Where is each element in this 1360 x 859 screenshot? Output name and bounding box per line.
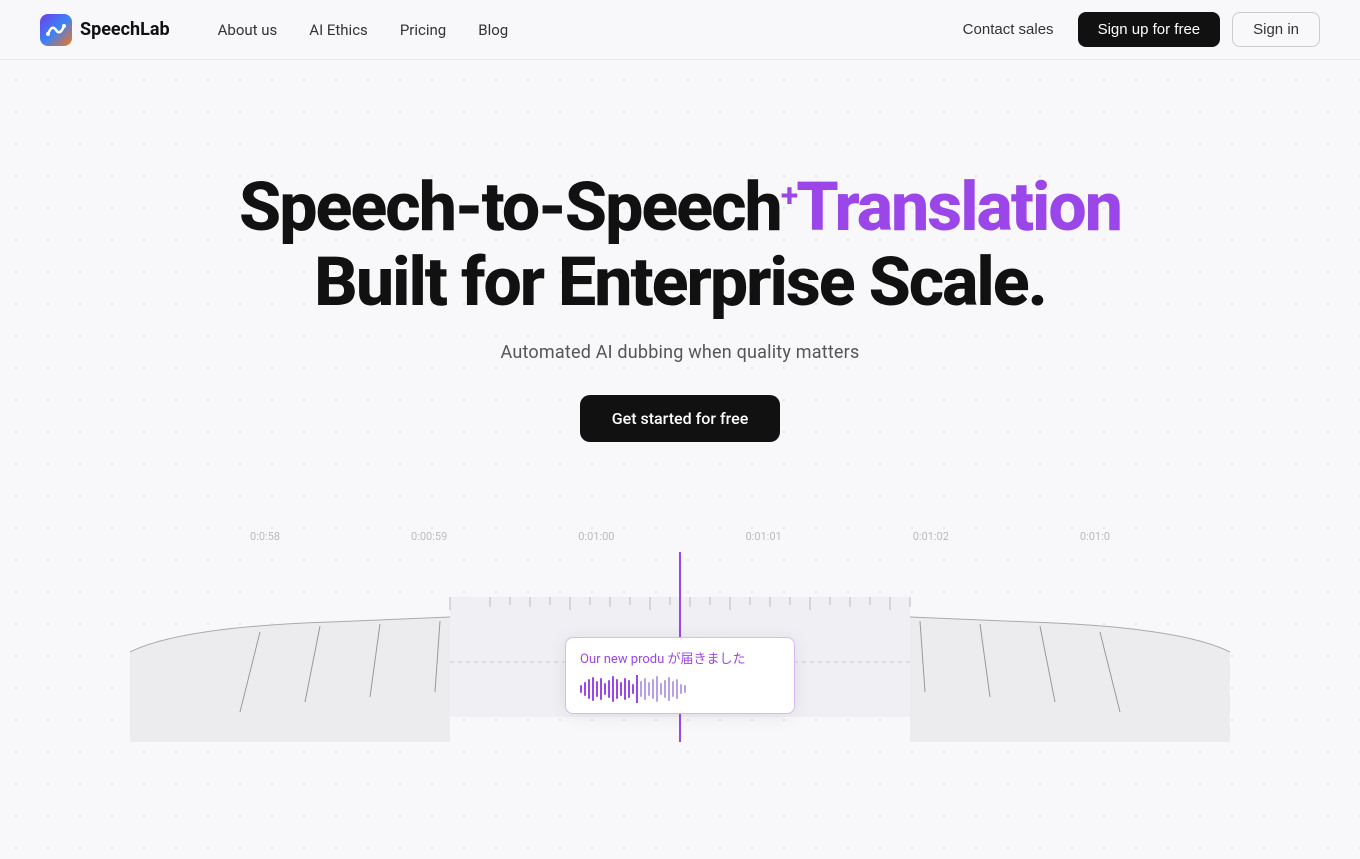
- wave-bar: [584, 682, 586, 696]
- wave-bar: [648, 682, 650, 696]
- timeline-container: 0:0:58 0:00:59 0:01:00 0:01:01 0:01:02 0…: [130, 522, 1230, 742]
- wave-bar: [596, 681, 598, 697]
- hero-heading-part2: Built for Enterprise Scale.: [314, 242, 1046, 322]
- wave-bar: [676, 679, 678, 699]
- wave-center: [636, 675, 638, 703]
- nav-link-ai-ethics[interactable]: AI Ethics: [297, 15, 380, 45]
- nav-links: About us AI Ethics Pricing Blog: [206, 15, 521, 45]
- wave-bar: [600, 678, 602, 700]
- hero-heading-part1: Speech-to-Speech: [239, 167, 781, 247]
- translation-text: Our new produ が届きました: [580, 648, 780, 667]
- wave-bar: [632, 684, 634, 694]
- hero-subtitle: Automated AI dubbing when quality matter…: [0, 342, 1360, 363]
- navbar: SpeechLab About us AI Ethics Pricing Blo…: [0, 0, 1360, 60]
- demo-section: 0:0:58 0:00:59 0:01:00 0:01:01 0:01:02 0…: [0, 502, 1360, 742]
- nav-link-blog[interactable]: Blog: [466, 15, 520, 45]
- waveform: [580, 675, 780, 703]
- wave-bar: [608, 680, 610, 698]
- signup-button[interactable]: Sign up for free: [1078, 12, 1221, 47]
- hero-plus-mark: +: [781, 176, 796, 214]
- hero-heading: Speech-to-Speech+Translation Built for E…: [0, 170, 1360, 320]
- wave-bar: [668, 677, 670, 701]
- ts-2: 0:00:59: [411, 530, 447, 543]
- nav-right: Contact sales Sign up for free Sign in: [951, 12, 1320, 47]
- hero-section: Speech-to-Speech+Translation Built for E…: [0, 60, 1360, 442]
- cta-button[interactable]: Get started for free: [580, 395, 781, 442]
- wave-bar: [588, 679, 590, 699]
- contact-sales-button[interactable]: Contact sales: [951, 15, 1066, 44]
- wave-bar: [604, 683, 606, 695]
- wave-bar: [640, 681, 642, 697]
- nav-link-about[interactable]: About us: [206, 15, 290, 45]
- wave-bar: [616, 679, 618, 699]
- ts-5: 0:01:02: [913, 530, 949, 543]
- wave-bar: [624, 678, 626, 700]
- logo-icon: [40, 14, 72, 46]
- wave-bar: [660, 683, 662, 695]
- wave-bar: [652, 679, 654, 699]
- ts-4: 0:01:01: [745, 530, 781, 543]
- ts-6: 0:01:0: [1080, 530, 1110, 543]
- wave-bar: [656, 676, 658, 702]
- timeline-box: Our new produ が届きました: [565, 637, 795, 714]
- signin-button[interactable]: Sign in: [1232, 12, 1320, 47]
- logo-text: SpeechLab: [80, 19, 170, 40]
- logo[interactable]: SpeechLab: [40, 14, 170, 46]
- wave-bar: [580, 685, 582, 693]
- nav-left: SpeechLab About us AI Ethics Pricing Blo…: [40, 14, 520, 46]
- wave-bar: [684, 685, 686, 693]
- wave-bar: [680, 684, 682, 694]
- wave-bar: [620, 682, 622, 696]
- wave-bar: [612, 676, 614, 702]
- ts-1: 0:0:58: [250, 530, 280, 543]
- wave-bar: [644, 678, 646, 700]
- hero-heading-highlight: Translation: [796, 167, 1121, 247]
- ts-3: 0:01:00: [578, 530, 614, 543]
- wave-bar: [592, 677, 594, 701]
- nav-link-pricing[interactable]: Pricing: [388, 15, 458, 45]
- timestamps: 0:0:58 0:00:59 0:01:00 0:01:01 0:01:02 0…: [130, 530, 1230, 543]
- wave-bar: [628, 680, 630, 698]
- wave-bar: [672, 681, 674, 697]
- wave-bar: [664, 680, 666, 698]
